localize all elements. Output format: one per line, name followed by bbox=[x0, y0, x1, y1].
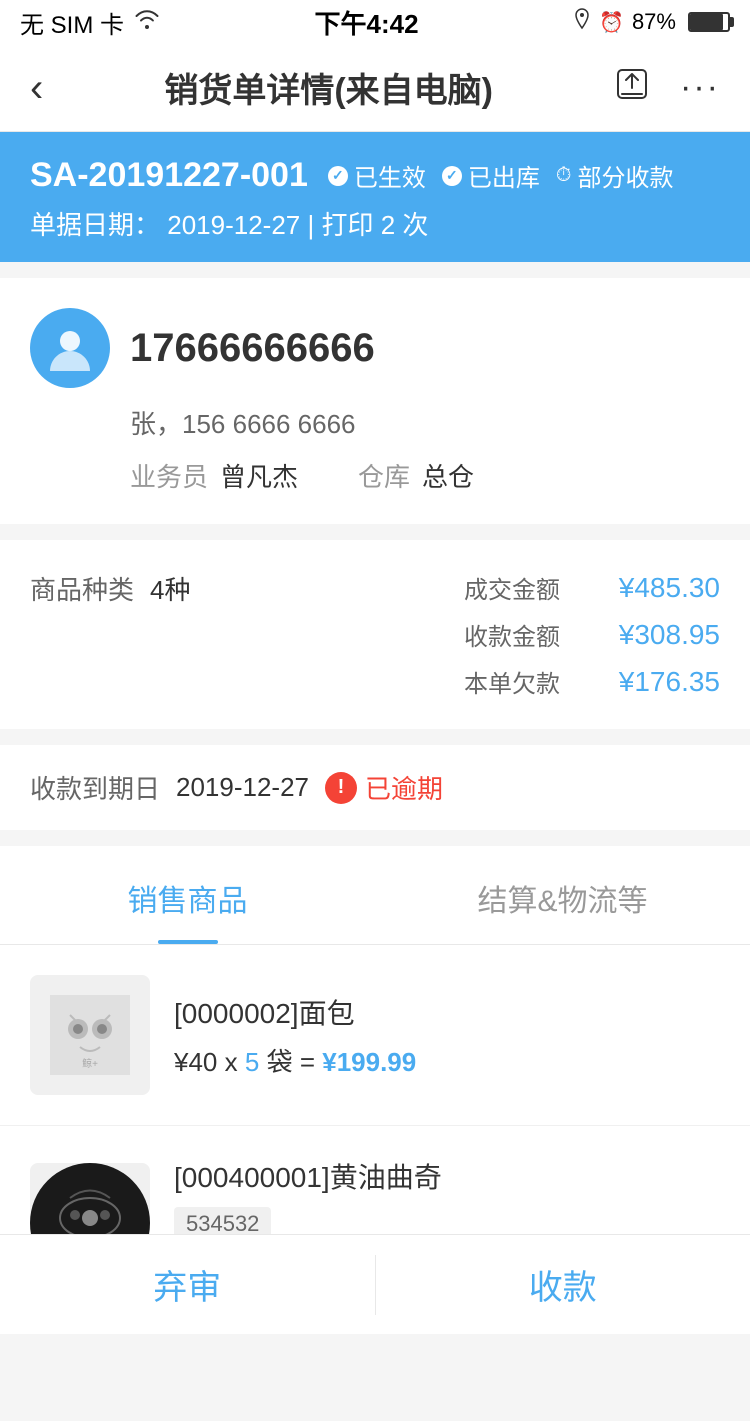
alarm-icon: ⏰ bbox=[599, 10, 624, 35]
customer-id: 17666666666 bbox=[130, 326, 375, 371]
banner-date: 单据日期： 2019-12-27 | 打印 2 次 bbox=[30, 205, 720, 242]
owed-amount-value: ¥176.35 bbox=[580, 666, 720, 698]
page-title: 销货单详情(来自电脑) bbox=[164, 63, 493, 112]
stats-right: 成交金额 ¥485.30 收款金额 ¥308.95 本单欠款 ¥176.35 bbox=[420, 570, 720, 699]
stats-left: 商品种类 4种 bbox=[30, 570, 420, 607]
status-right: ⏰ 87% bbox=[573, 8, 730, 37]
more-icon[interactable]: ··· bbox=[680, 68, 720, 107]
product-name-2: [000400001]黄油曲奇 bbox=[174, 1156, 720, 1196]
tabs-row: 销售商品 结算&物流等 bbox=[0, 846, 750, 945]
warehouse-value: 总仓 bbox=[422, 457, 474, 494]
product-thumbnail-1: 鲸+ bbox=[30, 975, 150, 1095]
customer-sub: 张，156 6666 6666 bbox=[30, 404, 720, 441]
svg-text:鲸+: 鲸+ bbox=[82, 1057, 98, 1070]
product-type-count: 4种 bbox=[150, 570, 190, 607]
battery-icon bbox=[688, 12, 730, 32]
stats-section: 商品种类 4种 成交金额 ¥485.30 收款金额 ¥308.95 本单欠款 ¥… bbox=[0, 540, 750, 729]
wifi-icon bbox=[134, 8, 160, 36]
received-amount-value: ¥308.95 bbox=[580, 619, 720, 651]
product-price-1: ¥40 x 5 袋 = ¥199.99 bbox=[174, 1042, 720, 1079]
owed-amount-label: 本单欠款 bbox=[420, 664, 560, 699]
overdue-icon: ! bbox=[325, 772, 357, 804]
clock-icon: ⏱ bbox=[556, 164, 572, 187]
order-number: SA-20191227-001 bbox=[30, 156, 308, 195]
status-badge-partial: ⏱ 部分收款 bbox=[556, 158, 674, 193]
confirm-button[interactable]: 收款 bbox=[376, 1235, 750, 1334]
share-icon[interactable] bbox=[614, 66, 650, 109]
status-shipped-label: 已出库 bbox=[468, 158, 540, 193]
deal-amount-row: 成交金额 ¥485.30 bbox=[420, 570, 720, 605]
salesperson-label: 业务员 bbox=[130, 457, 208, 494]
bottom-bar: 弃审 收款 bbox=[0, 1234, 750, 1334]
due-date-value: 2019-12-27 bbox=[176, 772, 309, 803]
owed-amount-row: 本单欠款 ¥176.35 bbox=[420, 664, 720, 699]
status-bar: 无 SIM 卡 下午4:42 ⏰ 87% bbox=[0, 0, 750, 44]
product-item: 鲸+ [0000002]面包 ¥40 x 5 袋 = ¥199.99 bbox=[0, 945, 750, 1126]
status-partial-label: 部分收款 bbox=[578, 158, 674, 193]
tab-sales-products[interactable]: 销售商品 bbox=[0, 846, 375, 944]
status-effective-label: 已生效 bbox=[354, 158, 426, 193]
status-left: 无 SIM 卡 bbox=[20, 5, 160, 40]
due-date-label: 收款到期日 bbox=[30, 769, 160, 806]
due-section: 收款到期日 2019-12-27 ! 已逾期 bbox=[0, 745, 750, 830]
location-icon bbox=[573, 8, 591, 37]
avatar bbox=[30, 308, 110, 388]
warehouse-item: 仓库 总仓 bbox=[358, 457, 474, 494]
nav-bar: ‹ 销货单详情(来自电脑) ··· bbox=[0, 44, 750, 132]
carrier-text: 无 SIM 卡 bbox=[20, 5, 124, 40]
tab-settlement[interactable]: 结算&物流等 bbox=[375, 846, 750, 944]
status-badge-shipped: ✓ 已出库 bbox=[442, 158, 540, 193]
nav-actions: ··· bbox=[614, 66, 720, 109]
customer-meta: 业务员 曾凡杰 仓库 总仓 bbox=[30, 457, 720, 494]
overdue-badge: ! 已逾期 bbox=[325, 769, 443, 806]
banner-top: SA-20191227-001 ✓ 已生效 ✓ 已出库 ⏱ 部分收款 bbox=[30, 156, 720, 195]
product-type-label: 商品种类 bbox=[30, 570, 134, 607]
status-badges: ✓ 已生效 ✓ 已出库 ⏱ 部分收款 bbox=[328, 158, 674, 193]
deal-amount-value: ¥485.30 bbox=[580, 572, 720, 604]
overdue-text: 已逾期 bbox=[365, 769, 443, 806]
customer-row: 17666666666 bbox=[30, 308, 720, 388]
salesperson-item: 业务员 曾凡杰 bbox=[130, 457, 298, 494]
product-info-1: [0000002]面包 ¥40 x 5 袋 = ¥199.99 bbox=[174, 992, 720, 1079]
cancel-button[interactable]: 弃审 bbox=[0, 1235, 375, 1334]
received-amount-label: 收款金额 bbox=[420, 617, 560, 652]
received-amount-row: 收款金额 ¥308.95 bbox=[420, 617, 720, 652]
salesperson-value: 曾凡杰 bbox=[220, 457, 298, 494]
header-banner: SA-20191227-001 ✓ 已生效 ✓ 已出库 ⏱ 部分收款 单据日期：… bbox=[0, 132, 750, 262]
time-display: 下午4:42 bbox=[315, 4, 419, 41]
battery-percent: 87% bbox=[632, 9, 676, 35]
product-name-1: [0000002]面包 bbox=[174, 992, 720, 1032]
customer-section: 17666666666 张，156 6666 6666 业务员 曾凡杰 仓库 总… bbox=[0, 278, 750, 524]
status-badge-effective: ✓ 已生效 bbox=[328, 158, 426, 193]
back-button[interactable]: ‹ bbox=[30, 68, 43, 108]
warehouse-label: 仓库 bbox=[358, 457, 410, 494]
deal-amount-label: 成交金额 bbox=[420, 570, 560, 605]
